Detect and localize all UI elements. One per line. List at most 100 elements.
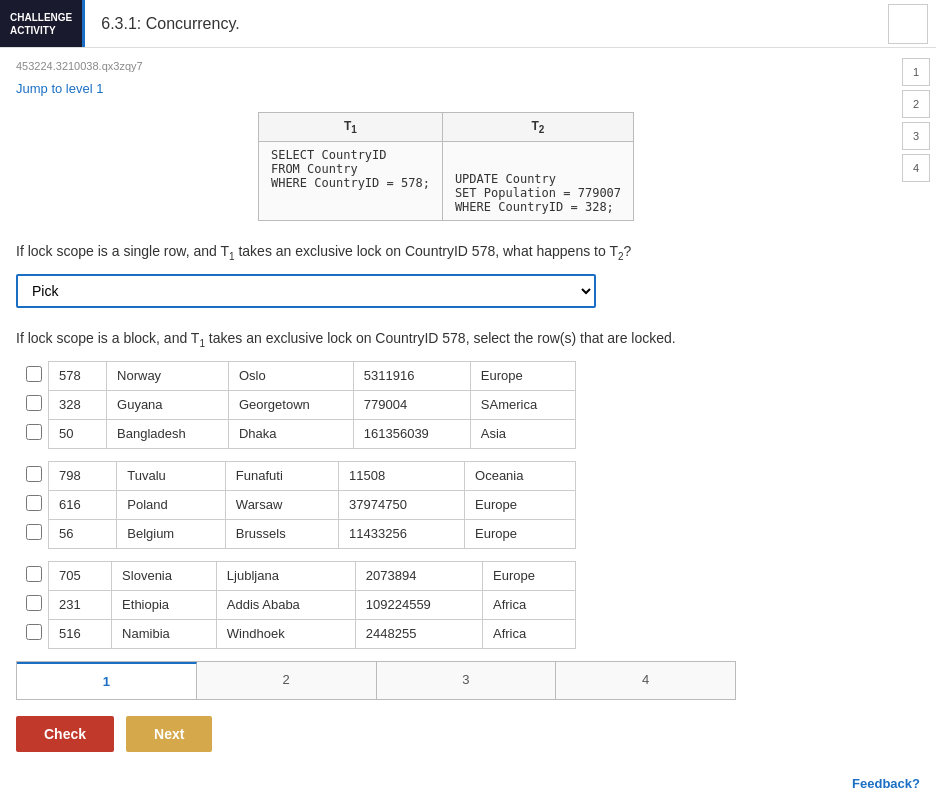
cell-population: 11433256	[339, 519, 465, 548]
dropdown-wrapper: Pick T2 is blocked T2 proceeds normally …	[16, 274, 876, 308]
challenge-badge: CHALLENGE ACTIVITY	[0, 0, 82, 47]
cell-population: 37974750	[339, 490, 465, 519]
cell-region: Africa	[482, 590, 575, 619]
badge-line2: ACTIVITY	[10, 24, 72, 37]
transaction-table-wrapper: T1 T2 SELECT CountryID FROM Country WHER…	[16, 112, 876, 221]
cell-country: Guyana	[107, 390, 229, 419]
sidebar: 1 2 3 4	[896, 48, 936, 182]
header-page-icon	[888, 4, 928, 44]
cell-country: Poland	[117, 490, 226, 519]
check-button[interactable]: Check	[16, 716, 114, 752]
checkbox-cell	[16, 561, 49, 590]
cell-id: 616	[49, 490, 117, 519]
row-checkbox-578[interactable]	[26, 366, 42, 382]
q2-text-before: If lock scope is a block, and T	[16, 330, 199, 346]
table-row: 516 Namibia Windhoek 2448255 Africa	[16, 619, 576, 648]
next-button[interactable]: Next	[126, 716, 212, 752]
row-checkbox-328[interactable]	[26, 395, 42, 411]
cell-population: 161356039	[353, 419, 470, 448]
cell-id: 578	[49, 361, 107, 390]
row-checkbox-56[interactable]	[26, 524, 42, 540]
cell-country: Ethiopia	[112, 590, 217, 619]
data-table-group2: 798 Tuvalu Funafuti 11508 Oceania 616 Po…	[16, 461, 576, 549]
table-row: 56 Belgium Brussels 11433256 Europe	[16, 519, 576, 548]
cell-population: 779004	[353, 390, 470, 419]
checkbox-cell	[16, 390, 49, 419]
header: CHALLENGE ACTIVITY 6.3.1: Concurrency.	[0, 0, 936, 48]
table-row: 231 Ethiopia Addis Ababa 109224559 Afric…	[16, 590, 576, 619]
checkbox-cell	[16, 361, 49, 390]
cell-country: Slovenia	[112, 561, 217, 590]
table-row: 328 Guyana Georgetown 779004 SAmerica	[16, 390, 576, 419]
cell-id: 50	[49, 419, 107, 448]
cell-country: Belgium	[117, 519, 226, 548]
checkbox-cell	[16, 619, 49, 648]
cell-population: 2448255	[355, 619, 482, 648]
sidebar-level-4[interactable]: 4	[902, 154, 930, 182]
question1: If lock scope is a single row, and T1 ta…	[16, 241, 876, 264]
table-row: 50 Bangladesh Dhaka 161356039 Asia	[16, 419, 576, 448]
tab-level-2[interactable]: 2	[197, 662, 377, 699]
table-row: 798 Tuvalu Funafuti 11508 Oceania	[16, 461, 576, 490]
cell-population: 11508	[339, 461, 465, 490]
rows-section: 578 Norway Oslo 5311916 Europe 328 Guyan…	[16, 361, 876, 649]
q2-text-middle: takes an exclusive lock on CountryID 578…	[205, 330, 676, 346]
cell-city: Windhoek	[216, 619, 355, 648]
sidebar-level-3[interactable]: 3	[902, 122, 930, 150]
checkbox-cell	[16, 519, 49, 548]
cell-region: Asia	[470, 419, 575, 448]
row-checkbox-616[interactable]	[26, 495, 42, 511]
cell-city: Funafuti	[225, 461, 338, 490]
checkbox-cell	[16, 490, 49, 519]
cell-region: SAmerica	[470, 390, 575, 419]
cell-id: 798	[49, 461, 117, 490]
tab-level-1[interactable]: 1	[17, 662, 197, 699]
row-checkbox-705[interactable]	[26, 566, 42, 582]
cell-city: Addis Ababa	[216, 590, 355, 619]
sidebar-level-1[interactable]: 1	[902, 58, 930, 86]
q1-text-end: ?	[624, 243, 632, 259]
q1-dropdown[interactable]: Pick T2 is blocked T2 proceeds normally …	[16, 274, 596, 308]
level-tabs: 1 2 3 4	[16, 661, 736, 700]
q1-text-before: If lock scope is a single row, and T	[16, 243, 229, 259]
row-checkbox-50[interactable]	[26, 424, 42, 440]
row-checkbox-516[interactable]	[26, 624, 42, 640]
checkbox-cell	[16, 590, 49, 619]
page-title: 6.3.1: Concurrency.	[85, 15, 888, 33]
cell-region: Europe	[465, 519, 576, 548]
cell-id: 56	[49, 519, 117, 548]
session-id: 453224.3210038.qx3zqy7	[16, 60, 876, 72]
transaction-table: T1 T2 SELECT CountryID FROM Country WHER…	[258, 112, 634, 221]
cell-city: Dhaka	[228, 419, 353, 448]
cell-region: Europe	[465, 490, 576, 519]
table-row: 705 Slovenia Ljubljana 2073894 Europe	[16, 561, 576, 590]
table-row: 616 Poland Warsaw 37974750 Europe	[16, 490, 576, 519]
data-table-group1: 578 Norway Oslo 5311916 Europe 328 Guyan…	[16, 361, 576, 449]
row-checkbox-798[interactable]	[26, 466, 42, 482]
row-checkbox-231[interactable]	[26, 595, 42, 611]
q1-text-middle: takes an exclusive lock on CountryID 578…	[235, 243, 618, 259]
sidebar-level-2[interactable]: 2	[902, 90, 930, 118]
feedback-link[interactable]: Feedback?	[852, 776, 920, 791]
cell-region: Europe	[482, 561, 575, 590]
cell-city: Oslo	[228, 361, 353, 390]
cell-id: 231	[49, 590, 112, 619]
cell-id: 328	[49, 390, 107, 419]
main-content: 453224.3210038.qx3zqy7 Jump to level 1 T…	[0, 48, 936, 784]
t2-code: UPDATE Country SET Population = 779007 W…	[442, 142, 633, 221]
cell-region: Europe	[470, 361, 575, 390]
cell-region: Oceania	[465, 461, 576, 490]
cell-id: 705	[49, 561, 112, 590]
question2: If lock scope is a block, and T1 takes a…	[16, 328, 876, 351]
cell-city: Warsaw	[225, 490, 338, 519]
cell-country: Namibia	[112, 619, 217, 648]
jump-to-level-link[interactable]: Jump to level 1	[16, 81, 103, 96]
cell-city: Georgetown	[228, 390, 353, 419]
badge-line1: CHALLENGE	[10, 11, 72, 24]
cell-country: Tuvalu	[117, 461, 226, 490]
table-row: 578 Norway Oslo 5311916 Europe	[16, 361, 576, 390]
tab-level-3[interactable]: 3	[377, 662, 557, 699]
tab-level-4[interactable]: 4	[556, 662, 735, 699]
cell-city: Ljubljana	[216, 561, 355, 590]
checkbox-cell	[16, 419, 49, 448]
